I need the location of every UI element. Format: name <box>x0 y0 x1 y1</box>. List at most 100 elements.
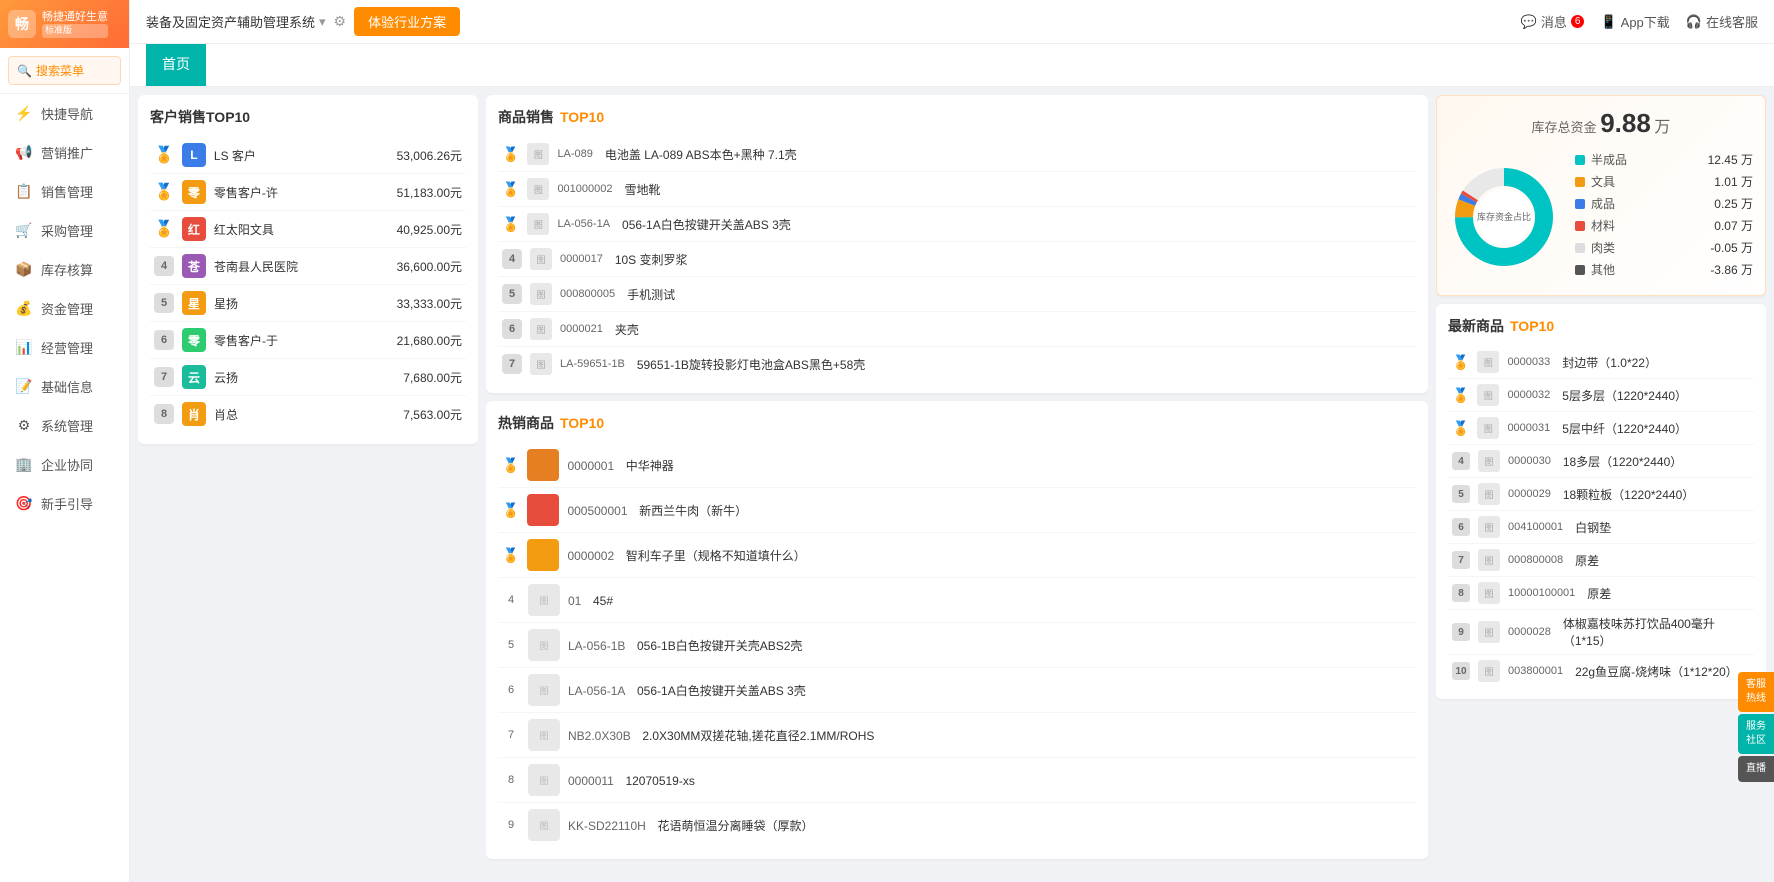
customer-name: 云扬 <box>214 369 395 386</box>
new-product-item[interactable]: 7 图 000800008 原差 <box>1448 544 1754 577</box>
customer-rank-item[interactable]: 6 零 零售客户-于 21,680.00元 <box>150 322 466 359</box>
inventory-chart-area: 库存资金占比 半成品 12.45 万 文具 1.01 万 <box>1449 151 1753 283</box>
new-product-item[interactable]: 5 图 0000029 18颗粒板（1220*2440） <box>1448 478 1754 511</box>
sidebar-item-basic[interactable]: 📝 基础信息 <box>0 367 129 406</box>
sidebar-item-sales[interactable]: 📋 销售管理 <box>0 172 129 211</box>
search-menu-button[interactable]: 🔍 搜索菜单 <box>8 56 121 85</box>
hot-product-item[interactable]: 7 图 NB2.0X30B 2.0X30MM双搓花轴,搓花直径2.1MM/ROH… <box>498 713 1416 758</box>
customer-avatar: 肖 <box>182 402 206 426</box>
app-download-button[interactable]: 📱 App下载 <box>1600 12 1669 31</box>
sidebar: 畅 畅捷通好生意 标准版 🔍 搜索菜单 ⚡ 快捷导航 📢 营销推广 📋 销售管理… <box>0 0 130 882</box>
new-product-item[interactable]: 🏅 图 0000032 5层多层（1220*2440） <box>1448 379 1754 412</box>
rank-number: 6 <box>154 330 174 350</box>
finance-icon: 💰 <box>15 300 33 318</box>
customer-rank-item[interactable]: 🏅 红 红太阳文具 40,925.00元 <box>150 211 466 248</box>
product-rank-item[interactable]: 5 图 000800005 手机测试 <box>498 277 1416 312</box>
trial-button[interactable]: 体验行业方案 <box>354 7 460 36</box>
product-img-placeholder: 图 <box>530 248 552 270</box>
basic-icon: 📝 <box>15 378 33 396</box>
new-product-item[interactable]: 🏅 图 0000033 封边带（1.0*22） <box>1448 346 1754 379</box>
logo-icon: 畅 <box>8 10 36 38</box>
new-product-item[interactable]: 🏅 图 0000031 5层中纤（1220*2440） <box>1448 412 1754 445</box>
enterprise-icon: 🏢 <box>15 456 33 474</box>
float-service-btn[interactable]: 客服 热线 <box>1738 672 1774 712</box>
header-right: 💬 消息 6 📱 App下载 🎧 在线客服 <box>1521 12 1758 31</box>
customer-rank-item[interactable]: 🏅 L LS 客户 53,006.26元 <box>150 137 466 174</box>
product-thumbnail: 图 <box>528 809 560 841</box>
left-panel: 客户销售TOP10 🏅 L LS 客户 53,006.26元 🏅 零 零售客户-… <box>138 95 478 874</box>
hot-product-item[interactable]: 5 图 LA-056-1B 056-1B白色按键开关壳ABS2壳 <box>498 623 1416 668</box>
new-products-card: 最新商品 TOP10 🏅 图 0000033 封边带（1.0*22） 🏅 图 0… <box>1436 304 1766 699</box>
new-product-item[interactable]: 6 图 004100001 白钢垫 <box>1448 511 1754 544</box>
sidebar-item-system[interactable]: ⚙ 系统管理 <box>0 406 129 445</box>
hot-product-item[interactable]: 🏅 0000002 智利车子里（规格不知道填什么） <box>498 533 1416 578</box>
header-left: 装备及固定资产辅助管理系统 ▾ ⚙ 体验行业方案 <box>146 7 460 36</box>
product-rank-item[interactable]: 🏅 图 001000002 雪地靴 <box>498 172 1416 207</box>
system-name: 装备及固定资产辅助管理系统 ▾ <box>146 12 326 31</box>
product-rank-item[interactable]: 🏅 图 LA-056-1A 056-1A白色按键开关盖ABS 3壳 <box>498 207 1416 242</box>
sidebar-item-quick[interactable]: ⚡ 快捷导航 <box>0 94 129 133</box>
float-community-btn[interactable]: 服务 社区 <box>1738 714 1774 754</box>
hot-product-item[interactable]: 🏅 000500001 新西兰牛肉（新牛） <box>498 488 1416 533</box>
online-service-button[interactable]: 🎧 在线客服 <box>1686 12 1758 31</box>
hot-product-item[interactable]: 🏅 0000001 中华神器 <box>498 443 1416 488</box>
new-product-item[interactable]: 10 图 003800001 22g鱼豆腐-烧烤味（1*12*20） <box>1448 655 1754 687</box>
customer-avatar: 苍 <box>182 254 206 278</box>
sidebar-item-marketing[interactable]: 📢 营销推广 <box>0 133 129 172</box>
legend-item-semifinished: 半成品 12.45 万 <box>1575 151 1753 168</box>
product-thumbnail: 图 <box>528 764 560 796</box>
sidebar-item-guide[interactable]: 🎯 新手引导 <box>0 484 129 523</box>
headset-icon: 🎧 <box>1686 14 1702 30</box>
inventory-icon: 📦 <box>15 261 33 279</box>
hot-product-item[interactable]: 9 图 KK-SD22110H 花语萌恒温分离睡袋（厚款） <box>498 803 1416 847</box>
new-product-item[interactable]: 9 图 0000028 体椒嘉枝味苏打饮品400毫升（1*15） <box>1448 610 1754 655</box>
customer-value: 33,333.00元 <box>397 295 462 312</box>
product-rank-item[interactable]: 🏅 图 LA-089 电池盖 LA-089 ABS本色+黑种 7.1壳 <box>498 137 1416 172</box>
inventory-card: 库存总资金 9.88 万 <box>1436 95 1766 296</box>
rank-number: 8 <box>154 404 174 424</box>
quick-icon: ⚡ <box>15 105 33 123</box>
customer-name: 零售客户-许 <box>214 184 389 201</box>
product-rank-item[interactable]: 6 图 0000021 夹壳 <box>498 312 1416 347</box>
product-thumbnail: 图 <box>528 584 560 616</box>
product-rank-item[interactable]: 7 图 LA-59651-1B 59651-1B旋转投影灯电池盒ABS黑色+58… <box>498 347 1416 381</box>
customer-rank-item[interactable]: 🏅 零 零售客户-许 51,183.00元 <box>150 174 466 211</box>
operations-icon: 📊 <box>15 339 33 357</box>
new-product-img: 图 <box>1478 516 1500 538</box>
float-live-btn[interactable]: 直播 <box>1738 756 1774 782</box>
hot-product-item[interactable]: 6 图 LA-056-1A 056-1A白色按键开关盖ABS 3壳 <box>498 668 1416 713</box>
guide-icon: 🎯 <box>15 495 33 513</box>
sidebar-item-operations[interactable]: 📊 经营管理 <box>0 328 129 367</box>
product-thumbnail: 图 <box>528 674 560 706</box>
medal-icon: 🏅 <box>154 219 174 239</box>
sidebar-item-enterprise[interactable]: 🏢 企业协同 <box>0 445 129 484</box>
product-info: LA-056-1B 056-1B白色按键开关壳ABS2壳 <box>568 637 1412 654</box>
sidebar-item-finance[interactable]: 💰 资金管理 <box>0 289 129 328</box>
product-info: NB2.0X30B 2.0X30MM双搓花轴,搓花直径2.1MM/ROHS <box>568 727 1412 744</box>
message-button[interactable]: 💬 消息 6 <box>1521 12 1585 31</box>
customer-rank-item[interactable]: 4 苍 苍南县人民医院 36,600.00元 <box>150 248 466 285</box>
rank-number: 7 <box>154 367 174 387</box>
rank-number: 4 <box>154 256 174 276</box>
hot-products-title: 热销商品 TOP10 <box>498 413 1416 433</box>
customer-rank-item[interactable]: 8 肖 肖总 7,563.00元 <box>150 396 466 432</box>
product-rank-item[interactable]: 4 图 0000017 10S 变刺罗浆 <box>498 242 1416 277</box>
new-product-item[interactable]: 4 图 0000030 18多层（1220*2440） <box>1448 445 1754 478</box>
customer-avatar: 红 <box>182 217 206 241</box>
hot-product-item[interactable]: 8 图 0000011 12070519-xs <box>498 758 1416 803</box>
tab-home[interactable]: 首页 <box>146 44 206 86</box>
product-img-placeholder: 图 <box>530 318 552 340</box>
customer-rank-item[interactable]: 5 星 星扬 33,333.00元 <box>150 285 466 322</box>
svg-text:库存资金占比: 库存资金占比 <box>1477 211 1531 222</box>
sidebar-item-purchase[interactable]: 🛒 采购管理 <box>0 211 129 250</box>
new-product-item[interactable]: 8 图 10000100001 原差 <box>1448 577 1754 610</box>
phone-icon: 📱 <box>1600 14 1616 30</box>
customer-avatar: 零 <box>182 328 206 352</box>
right-panel: 库存总资金 9.88 万 <box>1436 95 1766 874</box>
product-img-placeholder: 图 <box>527 213 549 235</box>
product-info: LA-056-1A 056-1A白色按键开关盖ABS 3壳 <box>568 682 1412 699</box>
customer-rank-item[interactable]: 7 云 云扬 7,680.00元 <box>150 359 466 396</box>
sidebar-item-inventory[interactable]: 📦 库存核算 <box>0 250 129 289</box>
hot-product-item[interactable]: 4 图 01 45# <box>498 578 1416 623</box>
settings-icon[interactable]: ⚙ <box>334 13 347 30</box>
